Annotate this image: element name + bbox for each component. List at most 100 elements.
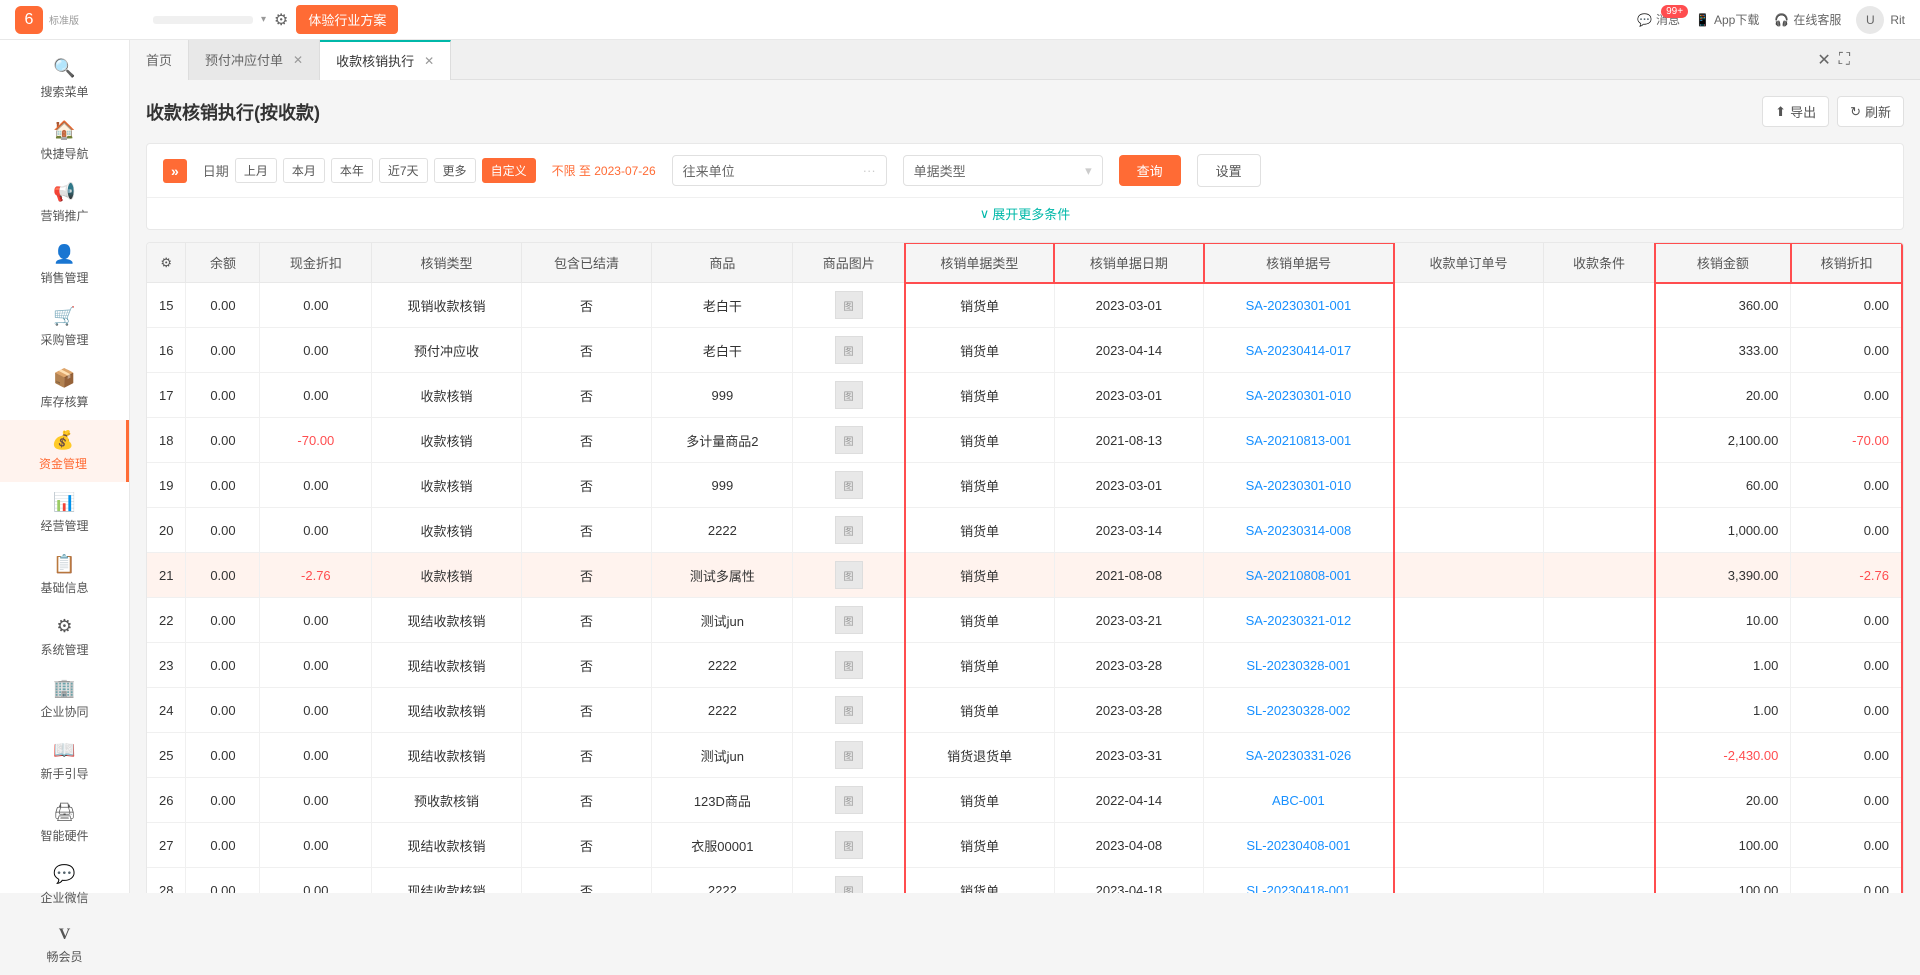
search-bar[interactable]: [153, 16, 253, 24]
cell-product: 999: [652, 373, 793, 418]
sidebar-item-sales[interactable]: 👤 销售管理: [0, 234, 129, 296]
cell-bill-no: SA-20230301-010: [1204, 463, 1394, 508]
cell-bill-type: 销货单: [905, 463, 1054, 508]
marketing-icon: 📢: [53, 182, 75, 203]
table-row: 28 0.00 0.00 现结收款核销 否 2222 图 销货单 2023-04…: [147, 868, 1902, 894]
table-wrapper[interactable]: ⚙ 余额 现金折扣 核销类型 包含已结清 商品 商品图片 核销单据类型 核销单据…: [147, 243, 1903, 893]
expand-row: ∨ 展开更多条件: [147, 197, 1903, 229]
tab-prepay-close-icon[interactable]: ✕: [293, 53, 303, 67]
date-btn-this-year[interactable]: 本年: [331, 158, 373, 183]
cell-cash-discount: -70.00: [260, 418, 372, 463]
gear-icon[interactable]: ⚙: [274, 10, 288, 30]
sidebar-label-sales: 销售管理: [40, 269, 88, 286]
industry-button[interactable]: 体验行业方案: [296, 5, 398, 34]
filter-toggle-button[interactable]: »: [163, 159, 187, 183]
sidebar-label-guide: 新手引导: [40, 765, 88, 782]
cell-product: 2222: [652, 643, 793, 688]
from-unit-dots-icon[interactable]: ···: [863, 163, 876, 178]
cell-bill-date: 2023-04-08: [1054, 823, 1203, 868]
sidebar: 🔍 搜索菜单 🏠 快捷导航 📢 营销推广 👤 销售管理 🛒 采购管理 📦 库存核…: [0, 40, 130, 893]
tab-collection-label: 收款核销执行: [336, 51, 414, 70]
cell-receipt-condition: [1543, 868, 1655, 894]
cell-bill-no: SA-20230301-001: [1204, 283, 1394, 328]
cell-bill-type: 销货单: [905, 418, 1054, 463]
sidebar-item-basic[interactable]: 📋 基础信息: [0, 544, 129, 606]
cell-receipt-condition: [1543, 418, 1655, 463]
sidebar-item-purchase[interactable]: 🛒 采购管理: [0, 296, 129, 358]
search-icon: 🔍: [53, 58, 75, 79]
settings-button[interactable]: 设置: [1197, 154, 1261, 187]
sidebar-label-finance: 资金管理: [39, 455, 87, 472]
tab-collection[interactable]: 收款核销执行 ✕: [320, 40, 451, 80]
th-settings[interactable]: ⚙: [147, 243, 186, 283]
tab-close-button[interactable]: ✕: [1817, 50, 1830, 70]
from-unit-input[interactable]: [739, 163, 859, 178]
date-btn-this-month[interactable]: 本月: [283, 158, 325, 183]
cell-receipt-order-no: [1394, 373, 1543, 418]
sidebar-item-wechat[interactable]: 💬 企业微信: [0, 854, 129, 916]
sidebar-item-inventory[interactable]: 📦 库存核算: [0, 358, 129, 420]
cell-product: 测试多属性: [652, 553, 793, 598]
export-button[interactable]: ⬆ 导出: [1762, 96, 1829, 127]
bill-type-filter[interactable]: 单据类型 ▾: [903, 155, 1103, 186]
sidebar-item-marketing[interactable]: 📢 营销推广: [0, 172, 129, 234]
th-bill-no: 核销单据号: [1204, 243, 1394, 283]
filter-top: » 日期 上月 本月 本年 近7天 更多 自定义 不限 至 2023-07-26: [147, 144, 1903, 197]
user-area[interactable]: U Rit: [1856, 6, 1905, 34]
wechat-icon: 💬: [53, 864, 75, 885]
cell-cancel-amount: 100.00: [1655, 823, 1791, 868]
tab-expand-button[interactable]: ⛶: [1839, 51, 1850, 69]
cell-include-settled: 否: [521, 553, 652, 598]
cell-no: 26: [147, 778, 186, 823]
cell-receipt-order-no: [1394, 733, 1543, 778]
query-button[interactable]: 查询: [1119, 155, 1181, 186]
dropdown-arrow-icon[interactable]: ▾: [261, 14, 266, 25]
table-row: 21 0.00 -2.76 收款核销 否 测试多属性 图 销货单 2021-08…: [147, 553, 1902, 598]
cell-product: 2222: [652, 688, 793, 733]
cell-cancel-discount: 0.00: [1791, 778, 1902, 823]
date-btn-custom[interactable]: 自定义: [482, 158, 536, 183]
date-btn-7days[interactable]: 近7天: [379, 158, 428, 183]
cell-cancel-type: 收款核销: [372, 508, 521, 553]
headset-icon: 🎧: [1774, 13, 1789, 27]
sidebar-item-operations[interactable]: 📊 经营管理: [0, 482, 129, 544]
cell-no: 28: [147, 868, 186, 894]
cell-cancel-type: 收款核销: [372, 463, 521, 508]
expand-more-button[interactable]: ∨ 展开更多条件: [980, 204, 1071, 223]
cell-cancel-type: 收款核销: [372, 553, 521, 598]
sidebar-item-collab[interactable]: 🏢 企业协同: [0, 668, 129, 730]
cell-product-image: 图: [793, 733, 905, 778]
system-icon: ⚙: [56, 616, 72, 637]
refresh-icon: ↻: [1850, 104, 1861, 120]
tab-home[interactable]: 首页: [130, 40, 189, 80]
tab-bar-actions: ✕ ⛶: [1817, 50, 1860, 70]
sidebar-item-quicknav[interactable]: 🏠 快捷导航: [0, 110, 129, 172]
app-download-area[interactable]: 📱 App下载: [1695, 11, 1759, 28]
cell-receipt-condition: [1543, 508, 1655, 553]
online-service-area[interactable]: 🎧 在线客服: [1774, 11, 1841, 28]
cell-receipt-condition: [1543, 283, 1655, 328]
cell-bill-type: 销货单: [905, 823, 1054, 868]
notification-area[interactable]: 💬 消息 99+: [1637, 11, 1680, 28]
sidebar-item-system[interactable]: ⚙ 系统管理: [0, 606, 129, 668]
cell-cancel-amount: -2,430.00: [1655, 733, 1791, 778]
from-unit-filter[interactable]: 往来单位 ···: [672, 155, 887, 186]
sidebar-item-search[interactable]: 🔍 搜索菜单: [0, 48, 129, 110]
sidebar-item-member[interactable]: V 畅会员: [0, 916, 129, 975]
logo-subtitle: 标准版: [49, 12, 79, 27]
date-btn-last-month[interactable]: 上月: [235, 158, 277, 183]
tab-prepay[interactable]: 预付冲应付单 ✕: [189, 40, 320, 80]
refresh-button[interactable]: ↻ 刷新: [1837, 96, 1904, 127]
export-icon: ⬆: [1775, 104, 1786, 120]
cell-no: 24: [147, 688, 186, 733]
cell-product: 衣服00001: [652, 823, 793, 868]
date-btn-more[interactable]: 更多: [434, 158, 476, 183]
page-body: 收款核销执行(按收款) ⬆ 导出 ↻ 刷新 »: [130, 80, 1920, 893]
cell-no: 20: [147, 508, 186, 553]
sidebar-item-guide[interactable]: 📖 新手引导: [0, 730, 129, 792]
sidebar-item-smart[interactable]: 🖨 智能硬件: [0, 792, 129, 854]
sidebar-item-finance[interactable]: 💰 资金管理: [0, 420, 129, 482]
tab-collection-close-icon[interactable]: ✕: [424, 54, 434, 68]
cell-cash-discount: 0.00: [260, 868, 372, 894]
app-download-label: App下载: [1714, 11, 1759, 28]
